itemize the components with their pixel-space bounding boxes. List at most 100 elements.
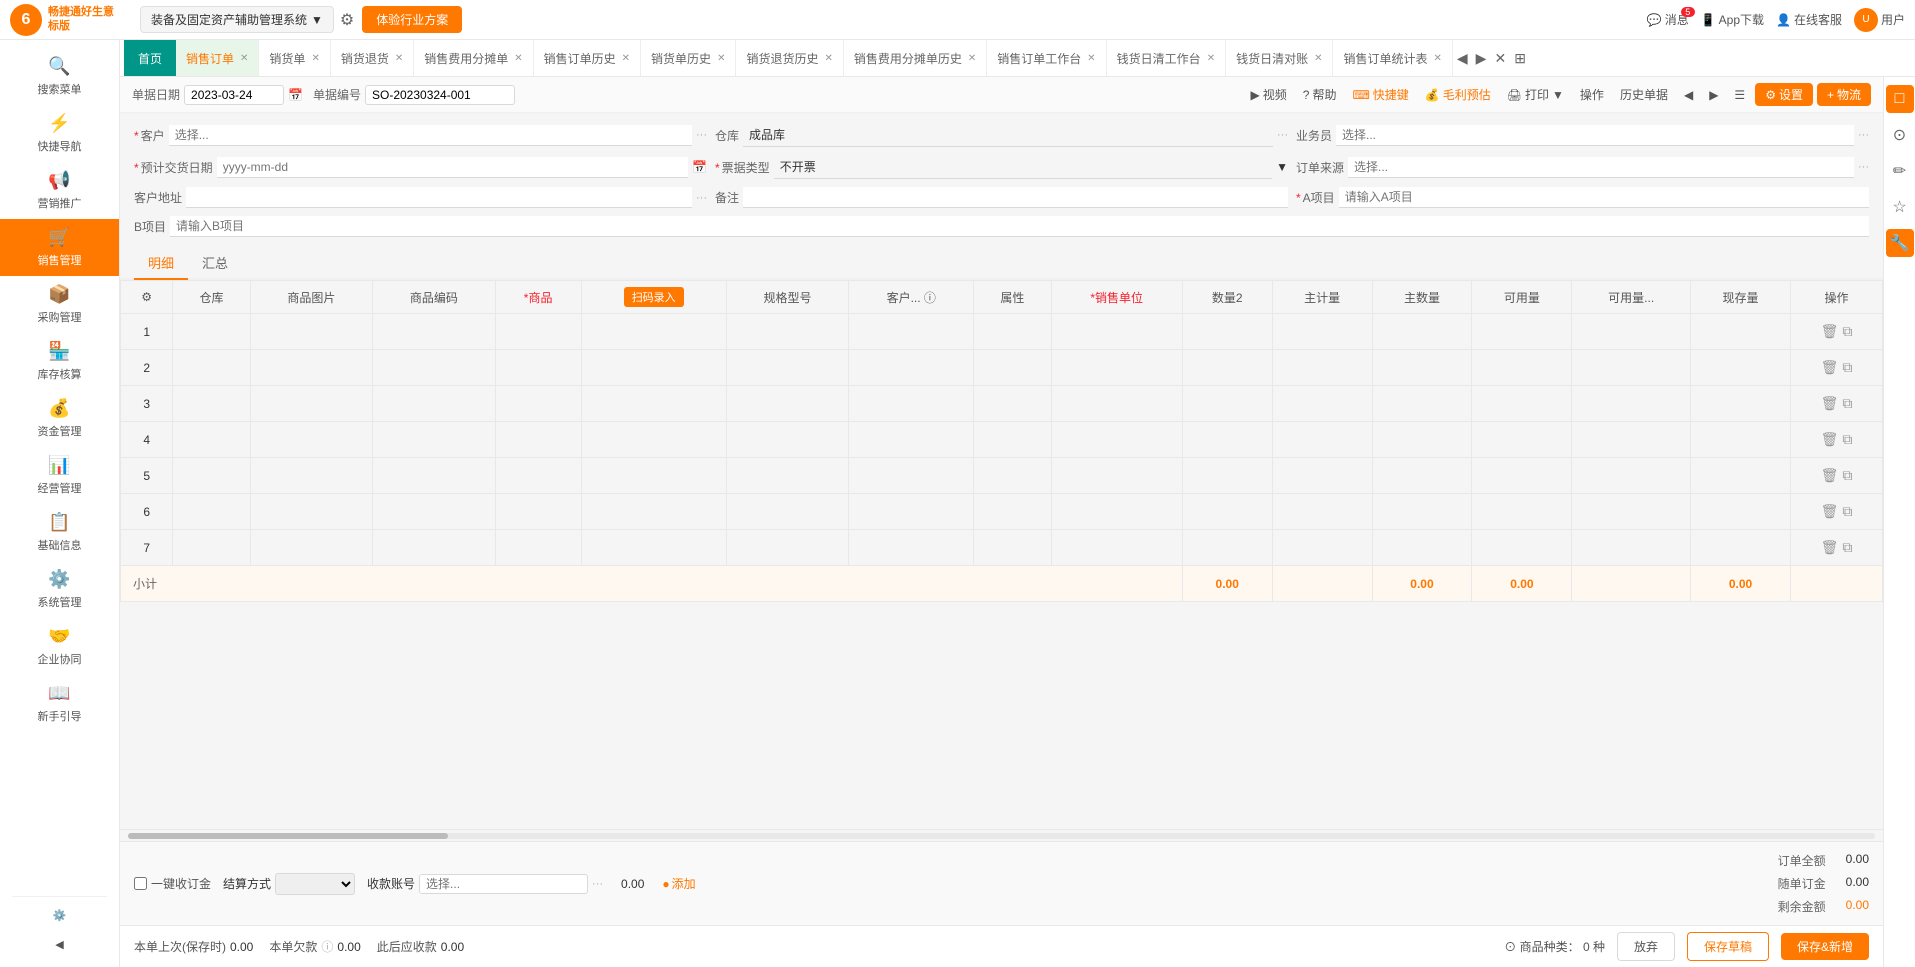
customer-more-icon[interactable]: ···	[696, 129, 707, 141]
right-panel-btn-4[interactable]: ☆	[1886, 193, 1914, 221]
scrollbar-track[interactable]	[128, 833, 1875, 839]
tab-close-icon[interactable]: ✕	[1087, 53, 1095, 64]
sidebar-item-sales[interactable]: 🛒 销售管理	[0, 219, 119, 276]
row-1-image[interactable]	[250, 314, 373, 350]
payment-method-select[interactable]	[275, 873, 355, 895]
right-panel-btn-3[interactable]: ✏	[1886, 157, 1914, 185]
tab-sales-list[interactable]: 销货单 ✕	[259, 40, 330, 76]
row-delete-btn[interactable]: 🗑	[1821, 359, 1839, 376]
col-settings[interactable]: ⚙	[121, 281, 173, 314]
col-scan[interactable]: 扫码录入	[581, 281, 726, 314]
save-draft-button[interactable]: 保存草稿	[1687, 932, 1769, 961]
b-project-input[interactable]	[170, 216, 1869, 237]
notification-item[interactable]: 💬 消息 5	[1647, 11, 1689, 28]
sidebar-item-finance[interactable]: 💰 资金管理	[0, 390, 119, 447]
row-delete-btn[interactable]: 🗑	[1821, 539, 1839, 556]
col-product-name[interactable]: *商品	[495, 281, 581, 314]
row-1-cust-code[interactable]	[849, 314, 974, 350]
row-delete-btn[interactable]: 🗑	[1821, 503, 1839, 520]
tab-close-icon[interactable]: ✕	[1207, 53, 1215, 64]
row-1-scan[interactable]	[581, 314, 726, 350]
row-1-unit[interactable]	[1051, 314, 1182, 350]
customer-address-input[interactable]	[186, 187, 692, 208]
account-input[interactable]	[419, 874, 588, 894]
scan-btn[interactable]: 扫码录入	[624, 287, 684, 307]
right-panel-btn-5[interactable]: 🔧	[1886, 229, 1914, 257]
row-1-qty2[interactable]	[1182, 314, 1272, 350]
row-copy-btn[interactable]: ⧉	[1842, 395, 1852, 412]
row-copy-btn[interactable]: ⧉	[1842, 467, 1852, 484]
row-delete-btn[interactable]: 🗑	[1821, 395, 1839, 412]
save-new-button[interactable]: 保存&新增	[1781, 933, 1869, 960]
row-copy-btn[interactable]: ⧉	[1842, 503, 1852, 520]
col-attribute[interactable]: 属性	[974, 281, 1051, 314]
row-copy-btn[interactable]: ⧉	[1842, 359, 1852, 376]
tab-sales-expense-history[interactable]: 销售费用分摊单历史 ✕	[844, 40, 987, 76]
address-more-icon[interactable]: ···	[696, 192, 707, 204]
tab-next-btn[interactable]: ▶	[1472, 40, 1491, 76]
shortcut-btn[interactable]: ⌨ 快捷键	[1346, 84, 1414, 105]
sidebar-settings-btn[interactable]: ⚙️	[0, 901, 119, 930]
delivery-date-input[interactable]	[217, 157, 688, 178]
tab-close-icon[interactable]: ✕	[240, 53, 248, 64]
tab-sales-workbench[interactable]: 销售订单工作台 ✕	[987, 40, 1106, 76]
row-1-product[interactable]	[495, 314, 581, 350]
sidebar-item-inventory[interactable]: 🏪 库存核算	[0, 333, 119, 390]
tab-close-icon[interactable]: ✕	[1314, 53, 1322, 64]
add-payment-btn[interactable]: ● 添加	[662, 875, 695, 892]
row-delete-btn[interactable]: 🗑	[1821, 431, 1839, 448]
sidebar-item-search[interactable]: 🔍 搜索菜单	[0, 48, 119, 105]
right-panel-btn-1[interactable]: □	[1886, 85, 1914, 113]
tab-sales-expense-split[interactable]: 销售费用分摊单 ✕	[414, 40, 533, 76]
row-copy-btn[interactable]: ⧉	[1842, 539, 1852, 556]
table-scroll-area[interactable]: ⚙ 仓库 商品图片 商品编码 *商品 扫码录入 规格型号 客户... ⓘ 属性 …	[120, 280, 1883, 829]
col-spec[interactable]: 规格型号	[726, 281, 849, 314]
warehouse-more-icon[interactable]: ···	[1277, 129, 1288, 141]
row-delete-btn[interactable]: 🗑	[1821, 323, 1839, 340]
sidebar-item-system[interactable]: ⚙️ 系统管理	[0, 561, 119, 618]
col-current-stock[interactable]: 现存量	[1691, 281, 1791, 314]
invoice-type-value[interactable]: 不开票	[774, 155, 1272, 179]
tab-close-icon[interactable]: ✕	[514, 53, 522, 64]
account-more-icon[interactable]: ···	[592, 878, 603, 890]
col-available2[interactable]: 可用量...	[1572, 281, 1691, 314]
one-click-payment-label[interactable]: 一键收订金	[134, 875, 211, 892]
tab-expand-btn[interactable]: ⊞	[1510, 40, 1530, 76]
col-warehouse[interactable]: 仓库	[173, 281, 250, 314]
tab-sales-stats[interactable]: 销售订单统计表 ✕	[1333, 40, 1452, 76]
col-product-image[interactable]: 商品图片	[250, 281, 373, 314]
customer-input[interactable]	[169, 125, 692, 146]
row-copy-btn[interactable]: ⧉	[1842, 323, 1852, 340]
tab-close-icon[interactable]: ✕	[824, 53, 832, 64]
row-1-code[interactable]	[373, 314, 496, 350]
warehouse-value[interactable]: 成品库	[743, 123, 1273, 147]
col-sales-unit[interactable]: *销售单位	[1051, 281, 1182, 314]
tab-detail[interactable]: 明细	[134, 247, 188, 280]
tab-close-icon[interactable]: ✕	[717, 53, 725, 64]
delivery-calendar-icon[interactable]: 📅	[692, 160, 707, 174]
tab-sales-order[interactable]: 销售订单 ✕	[176, 40, 259, 76]
row-copy-btn[interactable]: ⧉	[1842, 431, 1852, 448]
tab-close-icon[interactable]: ✕	[622, 53, 630, 64]
sidebar-item-navigation[interactable]: ⚡ 快捷导航	[0, 105, 119, 162]
order-source-input[interactable]	[1348, 157, 1854, 178]
row-1-avail[interactable]	[1472, 314, 1572, 350]
add-logistics-btn[interactable]: + 物流	[1817, 83, 1871, 106]
sidebar-item-marketing[interactable]: 📢 营销推广	[0, 162, 119, 219]
tab-cash-goods-reconcile[interactable]: 钱货日清对账 ✕	[1226, 40, 1333, 76]
col-main-quantity[interactable]: 主数量	[1372, 281, 1472, 314]
tab-close-icon[interactable]: ✕	[395, 53, 403, 64]
salesperson-input[interactable]	[1336, 125, 1854, 146]
tab-summary[interactable]: 汇总	[188, 247, 242, 280]
help-btn[interactable]: ? 帮助	[1297, 84, 1343, 105]
row-1-main-qty[interactable]	[1372, 314, 1472, 350]
tab-sales-order-history[interactable]: 销售订单历史 ✕	[534, 40, 641, 76]
sidebar-item-enterprise[interactable]: 🤝 企业协同	[0, 618, 119, 675]
col-product-code[interactable]: 商品编码	[373, 281, 496, 314]
tab-close-all-btn[interactable]: ✕	[1490, 40, 1510, 76]
sidebar-item-basicinfo[interactable]: 📋 基础信息	[0, 504, 119, 561]
date-input[interactable]	[184, 85, 284, 105]
salesperson-more-icon[interactable]: ···	[1858, 129, 1869, 141]
tab-home[interactable]: 首页	[124, 40, 176, 76]
invoice-type-dropdown-icon[interactable]: ▼	[1276, 160, 1288, 174]
